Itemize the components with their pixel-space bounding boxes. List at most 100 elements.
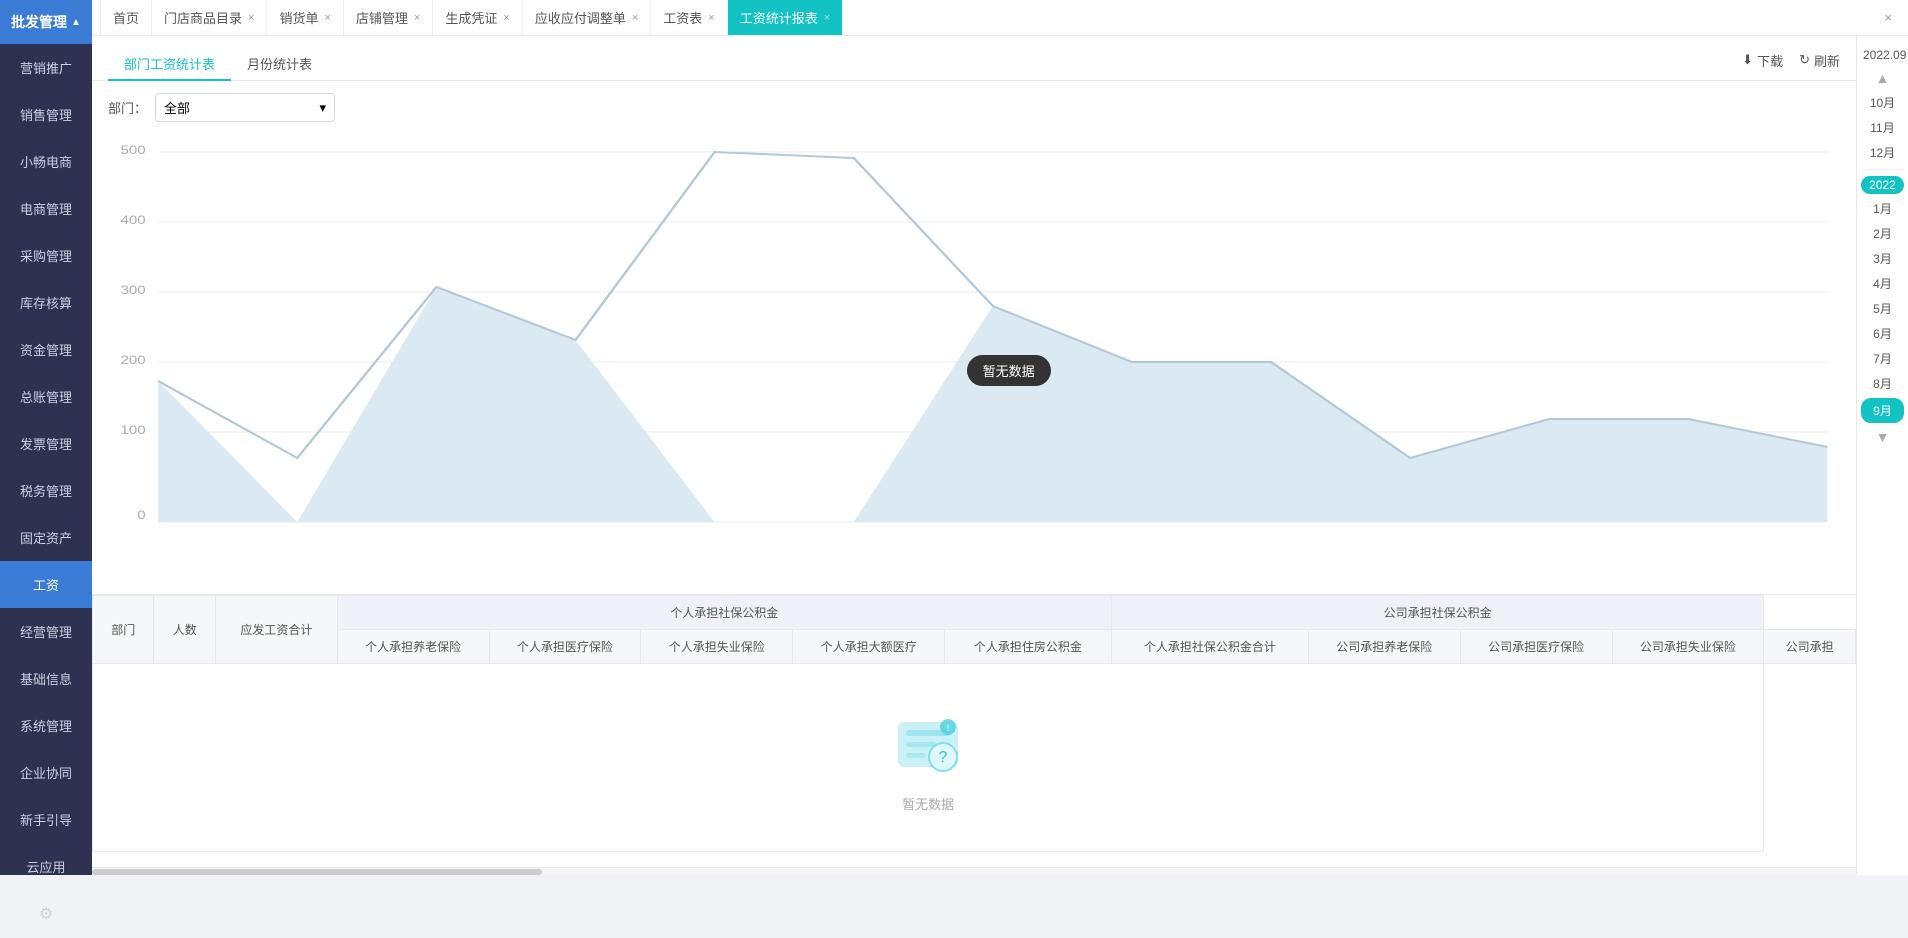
sidebar-item-guide[interactable]: 新手引导 xyxy=(0,796,92,843)
tab-payroll[interactable]: 工资表 × xyxy=(651,0,727,35)
close-all-tabs-button[interactable]: × xyxy=(1876,10,1900,25)
col-personal-unemployment: 个人承担失业保险 xyxy=(641,630,793,664)
sidebar-item-ecommerce-mini[interactable]: 小畅电商 xyxy=(0,138,92,185)
toolbar: 部门： 全部 ▾ xyxy=(92,81,1856,134)
sidebar-item-invoice[interactable]: 发票管理 xyxy=(0,420,92,467)
col-company-more: 公司承担 xyxy=(1764,630,1856,664)
timeline-month-6[interactable]: 6月 xyxy=(1857,321,1908,346)
chart-container: 500 400 300 200 100 0 xyxy=(108,134,1840,594)
sidebar-item-cloud[interactable]: 云应用 xyxy=(0,843,92,890)
tab-product-catalog[interactable]: 门店商品目录 × xyxy=(152,0,267,35)
download-icon: ⬇ xyxy=(1742,52,1753,68)
table-area: 部门 人数 应发工资合计 个人承担社保公积金 公司承担社保公积金 个人承担养老保… xyxy=(92,594,1856,867)
sub-tab-dept-stats[interactable]: 部门工资统计表 xyxy=(108,48,231,81)
timeline-down-arrow[interactable]: ▼ xyxy=(1872,425,1894,449)
horizontal-scrollbar[interactable] xyxy=(92,867,1856,875)
sidebar-item-operation[interactable]: 经营管理 xyxy=(0,608,92,655)
timeline-month-5[interactable]: 5月 xyxy=(1857,296,1908,321)
col-group-personal: 个人承担社保公积金 xyxy=(337,596,1111,630)
col-personal-pension: 个人承担养老保险 xyxy=(337,630,489,664)
timeline-month-9-active[interactable]: 9月 xyxy=(1861,398,1904,423)
col-personal-major-medical: 个人承担大额医疗 xyxy=(793,630,945,664)
sidebar-item-assets[interactable]: 固定资产 xyxy=(0,514,92,561)
timeline-up-arrow[interactable]: ▲ xyxy=(1872,66,1894,90)
timeline-divider xyxy=(1862,169,1903,170)
tab-ar-ap[interactable]: 应收应付调整单 × xyxy=(523,0,651,35)
timeline-month-2[interactable]: 2月 xyxy=(1857,221,1908,246)
col-group-company: 公司承担社保公积金 xyxy=(1111,596,1763,630)
sidebar-item-enterprise[interactable]: 企业协同 xyxy=(0,749,92,796)
close-tab-payroll-report[interactable]: × xyxy=(824,12,830,24)
timeline-year-2022: 2022.09 xyxy=(1857,44,1908,66)
col-company-unemployment: 公司承担失业保险 xyxy=(1612,630,1764,664)
col-total-salary: 应发工资合计 xyxy=(215,596,337,664)
timeline-month-3[interactable]: 3月 xyxy=(1857,246,1908,271)
tab-bar: 首页 门店商品目录 × 销货单 × 店铺管理 × 生成凭证 × 应收应付调整单 … xyxy=(92,0,1908,36)
timeline-month-7[interactable]: 7月 xyxy=(1857,346,1908,371)
timeline-sidebar: 2022.09 ▲ 10月 11月 12月 2022 1月 2月 3月 4月 5… xyxy=(1856,36,1908,875)
sidebar-item-system[interactable]: 系统管理 xyxy=(0,702,92,749)
sidebar-item-inventory[interactable]: 库存核算 xyxy=(0,279,92,326)
sidebar-item-finance[interactable]: 资金管理 xyxy=(0,326,92,373)
close-tab-store-mgmt[interactable]: × xyxy=(414,12,420,24)
svg-text:300: 300 xyxy=(121,283,147,296)
sidebar-item-tax[interactable]: 税务管理 xyxy=(0,467,92,514)
sidebar-item-sales[interactable]: 销售管理 xyxy=(0,91,92,138)
close-tab-voucher[interactable]: × xyxy=(503,12,509,24)
tab-home[interactable]: 首页 xyxy=(100,0,152,35)
svg-text:200: 200 xyxy=(121,353,147,366)
col-personal-social-total: 个人承担社保公积金合计 xyxy=(1111,630,1308,664)
dept-select[interactable]: 全部 ▾ xyxy=(155,93,335,122)
timeline-year-badge-2022[interactable]: 2022 xyxy=(1861,176,1904,194)
main-area: 首页 门店商品目录 × 销货单 × 店铺管理 × 生成凭证 × 应收应付调整单 … xyxy=(92,0,1908,875)
sidebar-header[interactable]: 批发管理 ▲ xyxy=(0,0,92,44)
sub-tab-monthly-stats[interactable]: 月份统计表 xyxy=(231,48,328,81)
sidebar-item-salary[interactable]: 工资 xyxy=(0,561,92,608)
sidebar-item-purchase[interactable]: 采购管理 xyxy=(0,232,92,279)
col-personal-housing-fund: 个人承担住房公积金 xyxy=(944,630,1111,664)
sidebar: 批发管理 ▲ 营销推广 销售管理 小畅电商 电商管理 采购管理 库存核算 资金管… xyxy=(0,0,92,875)
col-dept: 部门 xyxy=(93,596,154,664)
empty-state-row: ? ! 暂无数据 xyxy=(93,664,1856,852)
content-area: 部门工资统计表 月份统计表 ⬇ 下载 ↻ 刷新 xyxy=(92,36,1856,875)
close-tab-ar-ap[interactable]: × xyxy=(632,12,638,24)
close-tab-payroll[interactable]: × xyxy=(708,12,714,24)
timeline-month-8[interactable]: 8月 xyxy=(1857,371,1908,396)
sidebar-collapse-icon: ▲ xyxy=(71,17,81,28)
close-tab-sales-order[interactable]: × xyxy=(324,12,330,24)
svg-text:!: ! xyxy=(947,723,950,733)
timeline-month-1[interactable]: 1月 xyxy=(1857,196,1908,221)
download-button[interactable]: ⬇ 下载 xyxy=(1742,51,1783,70)
sidebar-settings-button[interactable]: ⚙ xyxy=(0,890,92,938)
empty-state-text: 暂无数据 xyxy=(902,794,954,813)
svg-text:400: 400 xyxy=(121,213,147,226)
sidebar-item-marketing[interactable]: 营销推广 xyxy=(0,44,92,91)
sidebar-item-basic[interactable]: 基础信息 xyxy=(0,655,92,702)
close-tab-product-catalog[interactable]: × xyxy=(248,12,254,24)
timeline-month-4[interactable]: 4月 xyxy=(1857,271,1908,296)
chart-no-data-tooltip: 暂无数据 xyxy=(967,355,1051,386)
chart-area: 500 400 300 200 100 0 xyxy=(92,134,1856,594)
tab-payroll-report[interactable]: 工资统计报表 × xyxy=(728,0,843,35)
tab-voucher[interactable]: 生成凭证 × xyxy=(433,0,522,35)
svg-text:100: 100 xyxy=(121,423,147,436)
timeline-month-11[interactable]: 11月 xyxy=(1857,115,1908,140)
data-table: 部门 人数 应发工资合计 个人承担社保公积金 公司承担社保公积金 个人承担养老保… xyxy=(92,595,1856,852)
sub-tab-bar: 部门工资统计表 月份统计表 ⬇ 下载 ↻ 刷新 xyxy=(92,36,1856,81)
close-all-icon: × xyxy=(1884,10,1892,25)
refresh-button[interactable]: ↻ 刷新 xyxy=(1799,51,1840,70)
timeline-month-10[interactable]: 10月 xyxy=(1857,90,1908,115)
timeline-month-12[interactable]: 12月 xyxy=(1857,140,1908,165)
empty-state-icon: ? ! xyxy=(888,702,968,782)
col-company-medical: 公司承担医疗保险 xyxy=(1460,630,1612,664)
tab-sales-order[interactable]: 销货单 × xyxy=(267,0,343,35)
col-personal-medical: 个人承担医疗保险 xyxy=(489,630,641,664)
svg-text:?: ? xyxy=(939,749,948,766)
tab-store-mgmt[interactable]: 店铺管理 × xyxy=(344,0,433,35)
sidebar-item-ecommerce[interactable]: 电商管理 xyxy=(0,185,92,232)
page-content: 部门工资统计表 月份统计表 ⬇ 下载 ↻ 刷新 xyxy=(92,36,1908,875)
svg-text:500: 500 xyxy=(121,143,147,156)
svg-text:0: 0 xyxy=(137,508,146,521)
sidebar-item-ledger[interactable]: 总账管理 xyxy=(0,373,92,420)
refresh-icon: ↻ xyxy=(1799,52,1810,68)
